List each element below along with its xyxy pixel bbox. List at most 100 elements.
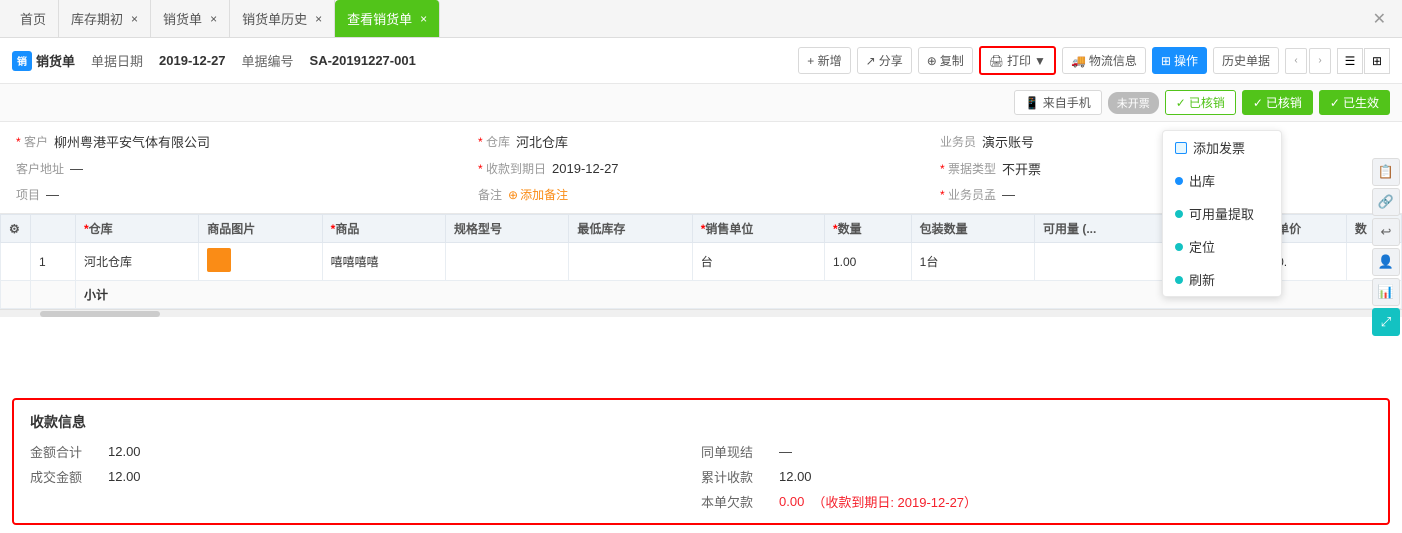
row-available — [1035, 243, 1168, 281]
subtotal-gear — [1, 281, 31, 309]
sidebar-link-icon[interactable]: 🔗 — [1372, 188, 1400, 216]
print-icon: 🖨 — [989, 54, 1004, 68]
check-icon: ✓ — [1176, 96, 1186, 110]
total-label: 金额合计 — [30, 442, 100, 461]
doc-meta: 单据日期 2019-12-27 单据编号 SA-20191227-001 — [91, 51, 416, 70]
tab-sales-history-close[interactable]: × — [315, 12, 322, 26]
add-note-button[interactable]: ⊕ 添加备注 — [508, 186, 568, 203]
from-phone-button[interactable]: 📱 来自手机 — [1014, 90, 1102, 115]
sidebar-chart-icon[interactable]: 📊 — [1372, 278, 1400, 306]
tab-sales-order[interactable]: 销货单 × — [151, 0, 230, 37]
dropdown-refresh[interactable]: 刷新 — [1163, 263, 1281, 296]
tab-home[interactable]: 首页 — [8, 0, 59, 37]
row-min-stock — [569, 243, 692, 281]
current-owed-value: 0.00 — [779, 494, 804, 509]
warehouse-column-header: *仓库 — [75, 215, 198, 243]
tab-inventory-init[interactable]: 库存期初 × — [59, 0, 151, 37]
doc-actions: + 新增 ↗ 分享 ⊕ 复制 🖨 打印 ▼ 🚚 物流信息 — [798, 46, 1390, 75]
sidebar-expand-icon[interactable]: ⤢ — [1372, 308, 1400, 336]
sub-action-bar: 📱 来自手机 未开票 ✓ 已核销 ✓ 已核销 ✓ 已生效 — [0, 84, 1402, 122]
quantity-column-header: *数量 — [824, 215, 911, 243]
sidebar-return-icon[interactable]: ↩ — [1372, 218, 1400, 246]
print-button[interactable]: 🖨 打印 ▼ — [979, 46, 1056, 75]
void-icon: ✓ — [1253, 96, 1263, 110]
total-value: 12.00 — [108, 444, 141, 459]
view-toggle: ☰ ⊞ — [1337, 48, 1390, 74]
row-product: 嘻嘻嘻嘻 — [322, 243, 445, 281]
payment-title: 收款信息 — [30, 412, 1372, 432]
tab-bar: 首页 库存期初 × 销货单 × 销货单历史 × 查看销货单 × ✕ — [0, 0, 1402, 38]
row-product-img — [199, 243, 322, 281]
sidebar-user-icon[interactable]: 👤 — [1372, 248, 1400, 276]
horizontal-scrollbar[interactable] — [0, 309, 1402, 317]
operations-button[interactable]: ⊞ 操作 — [1152, 47, 1207, 74]
dropdown-locate[interactable]: 定位 — [1163, 230, 1281, 263]
row-index: 1 — [31, 243, 76, 281]
note-field: 备注 ⊕ 添加备注 — [478, 186, 924, 203]
share-button[interactable]: ↗ 分享 — [857, 47, 912, 74]
owed-detail-row: 本单欠款 0.00 （收款到期日: 2019-12-27） — [701, 492, 1372, 511]
tab-inventory-init-close[interactable]: × — [131, 12, 138, 26]
scrollbar-thumb[interactable] — [40, 311, 160, 317]
window-close-button[interactable]: ✕ — [1365, 9, 1394, 29]
customer-label: 客户 — [16, 133, 48, 150]
history-button[interactable]: 历史单据 — [1213, 47, 1279, 74]
print-dropdown-arrow: ▼ — [1034, 54, 1046, 68]
phone-icon: 📱 — [1025, 96, 1040, 110]
dropdown-add-invoice[interactable]: 添加发票 — [1163, 131, 1281, 164]
effective-icon: ✓ — [1330, 96, 1340, 110]
grid-view-button[interactable]: ⊞ — [1364, 48, 1390, 74]
next-arrow[interactable]: › — [1309, 48, 1331, 74]
copy-icon: ⊕ — [927, 54, 937, 68]
current-owed-row — [30, 492, 701, 511]
tab-view-sales[interactable]: 查看销货单 × — [335, 0, 440, 37]
address-field: 客户地址 — — [16, 159, 462, 178]
tab-view-sales-close[interactable]: × — [420, 12, 427, 26]
row-quantity: 1.00 — [824, 243, 911, 281]
cumulative-value: 12.00 — [779, 469, 812, 484]
new-button[interactable]: + 新增 — [798, 47, 850, 74]
tab-sales-order-close[interactable]: × — [210, 12, 217, 26]
tab-sales-history[interactable]: 销货单历史 × — [230, 0, 335, 37]
already-effective-button[interactable]: ✓ 已生效 — [1319, 90, 1390, 115]
doc-header: 销 销货单 单据日期 2019-12-27 单据编号 SA-20191227-0… — [0, 38, 1402, 84]
project-label: 项目 — [16, 186, 40, 203]
row-package-qty: 1台 — [911, 243, 1034, 281]
payment-date-value: 2019-12-27 — [552, 161, 619, 176]
copy-button[interactable]: ⊕ 复制 — [918, 47, 973, 74]
index-column-header — [31, 215, 76, 243]
right-sidebar: 📋 🔗 ↩ 👤 📊 ⤢ — [1370, 158, 1402, 336]
check-button[interactable]: ✓ 已核销 — [1165, 90, 1236, 115]
not-open-ticket-button[interactable]: 未开票 — [1108, 92, 1159, 114]
dropdown-outbound[interactable]: 出库 — [1163, 164, 1281, 197]
product-image — [207, 248, 231, 272]
doc-date-value: 2019-12-27 — [159, 53, 226, 68]
nav-arrows: ‹ › — [1285, 48, 1331, 74]
dot-blue-icon — [1175, 177, 1183, 185]
payment-date-label: 收款到期日 — [478, 160, 546, 177]
ticket-type-label: 票据类型 — [940, 160, 996, 177]
already-void-button[interactable]: ✓ 已核销 — [1242, 90, 1313, 115]
customer-value: 柳州粤港平安气体有限公司 — [54, 132, 210, 151]
dot-teal-icon-3 — [1175, 276, 1183, 284]
list-view-button[interactable]: ☰ — [1337, 48, 1363, 74]
dot-teal-icon-2 — [1175, 243, 1183, 251]
warehouse-field: 仓库 河北仓库 — [478, 132, 924, 151]
same-order-label: 同单现结 — [701, 442, 771, 461]
dropdown-available-extract[interactable]: 可用量提取 — [1163, 197, 1281, 230]
gear-column-header[interactable]: ⚙ — [1, 215, 31, 243]
salesperson-value: — — [1002, 187, 1015, 202]
doc-number-value: SA-20191227-001 — [310, 53, 416, 68]
prev-arrow[interactable]: ‹ — [1285, 48, 1307, 74]
same-order-value: — — [779, 444, 792, 459]
operations-icon: ⊞ — [1161, 54, 1171, 68]
transaction-row: 成交金额 12.00 — [30, 467, 701, 486]
total-row: 金额合计 12.00 — [30, 442, 701, 461]
dot-teal-icon-1 — [1175, 210, 1183, 218]
ticket-type-value: 不开票 — [1002, 159, 1041, 178]
customer-field: 客户 柳州粤港平安气体有限公司 — [16, 132, 462, 151]
sidebar-clipboard-icon[interactable]: 📋 — [1372, 158, 1400, 186]
checkbox-icon — [1175, 142, 1187, 154]
logistics-button[interactable]: 🚚 物流信息 — [1062, 47, 1146, 74]
package-qty-column-header: 包装数量 — [911, 215, 1034, 243]
